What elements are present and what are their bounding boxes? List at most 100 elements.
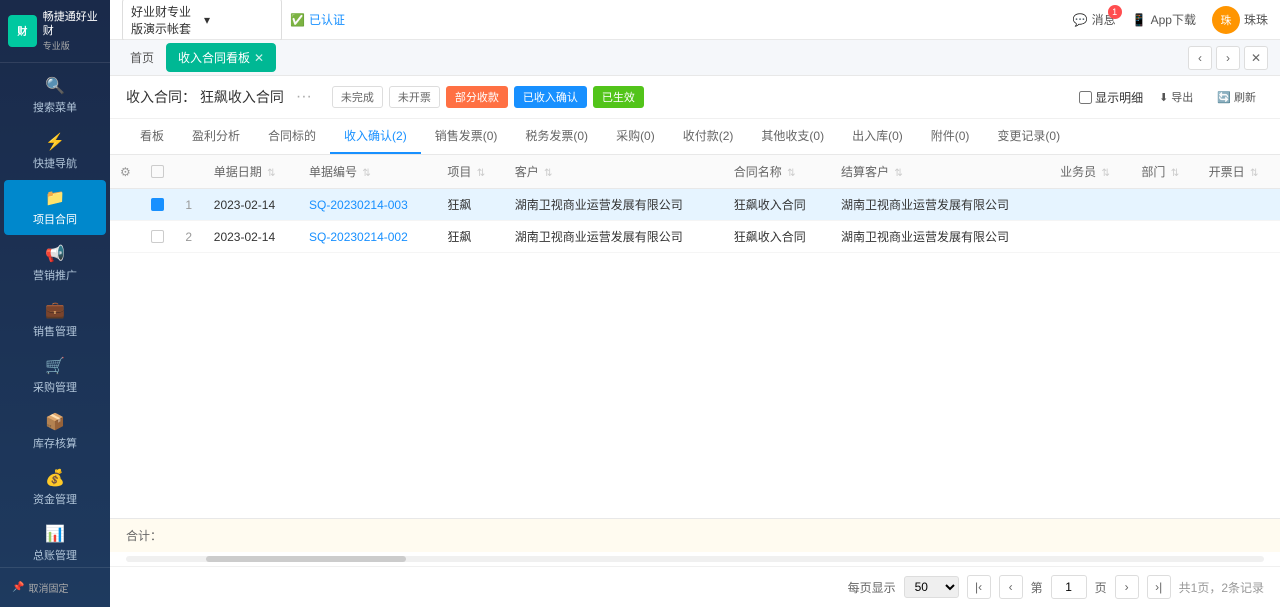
- tab-tax-invoice[interactable]: 税务发票(0): [511, 119, 602, 154]
- status-not-invoiced[interactable]: 未开票: [389, 86, 440, 108]
- select-all-checkbox[interactable]: [151, 165, 164, 178]
- page-text2: 页: [1095, 579, 1107, 596]
- sidebar-item-quick-nav[interactable]: ⚡ 快捷导航: [4, 124, 106, 179]
- number-col-header[interactable]: 单据编号 ⇅: [299, 155, 437, 189]
- sidebar-nav: 🔍 搜索菜单 ⚡ 快捷导航 📁 项目合同 📢 营销推广 💼 销售管理 🛒 采购管…: [0, 63, 110, 567]
- row2-date: 2023-02-14: [204, 221, 299, 253]
- sidebar-item-search[interactable]: 🔍 搜索菜单: [4, 68, 106, 123]
- invoice-date-col-header[interactable]: 开票日 ⇅: [1199, 155, 1280, 189]
- scroll-thumb[interactable]: [206, 556, 406, 562]
- row2-checkbox[interactable]: [151, 230, 164, 243]
- show-detail-input[interactable]: [1079, 91, 1092, 104]
- row2-dept: [1131, 221, 1198, 253]
- sidebar-item-label-purchase: 采购管理: [33, 379, 77, 395]
- export-label: 导出: [1171, 89, 1193, 105]
- sidebar-item-marketing[interactable]: 📢 营销推广: [4, 236, 106, 291]
- row2-num: 2: [174, 221, 204, 253]
- tab-next-button[interactable]: ›: [1216, 46, 1240, 70]
- sidebar-item-fund[interactable]: 💰 资金管理: [4, 460, 106, 515]
- invoice-date-sort-icon: ⇅: [1250, 168, 1258, 179]
- tab-sales-invoice[interactable]: 销售发票(0): [421, 119, 512, 154]
- company-selector[interactable]: 好业财专业版演示帐套 ▾: [122, 0, 282, 42]
- sidebar-item-inventory[interactable]: 📦 库存核算: [4, 404, 106, 459]
- tab-revenue-confirm[interactable]: 收入确认(2): [330, 119, 421, 154]
- tab-change-log[interactable]: 变更记录(0): [983, 119, 1074, 154]
- tab-purchase[interactable]: 采购(0): [602, 119, 669, 154]
- pin-toggle[interactable]: 📌 取消固定: [8, 576, 102, 599]
- sidebar-bottom: 📌 取消固定: [0, 567, 110, 607]
- tab-attachment[interactable]: 附件(0): [917, 119, 984, 154]
- row2-number-link[interactable]: SQ-20230214-002: [309, 230, 408, 244]
- sidebar-item-project[interactable]: 📁 项目合同: [4, 180, 106, 235]
- dept-col-header[interactable]: 部门 ⇅: [1131, 155, 1198, 189]
- sidebar-item-label-project: 项目合同: [33, 211, 77, 227]
- topbar-right: 💬 消息 1 📱 App下载 珠 珠珠: [1073, 6, 1268, 34]
- page-input[interactable]: [1051, 575, 1087, 599]
- first-page-button[interactable]: |‹: [967, 575, 991, 599]
- last-page-button[interactable]: ›|: [1147, 575, 1171, 599]
- show-detail-checkbox[interactable]: 显示明细: [1079, 89, 1143, 106]
- contract-tab[interactable]: 收入合同看板 ✕: [166, 43, 276, 72]
- row2-number[interactable]: SQ-20230214-002: [299, 221, 437, 253]
- app-download-label: App下载: [1151, 11, 1196, 28]
- avatar: 珠: [1212, 6, 1240, 34]
- contract-name-col-header[interactable]: 合同名称 ⇅: [724, 155, 831, 189]
- row1-checkbox[interactable]: [151, 198, 164, 211]
- next-page-button[interactable]: ›: [1115, 575, 1139, 599]
- row1-customer: 湖南卫视商业运营发展有限公司: [505, 189, 724, 221]
- project-sort-icon: ⇅: [477, 168, 485, 179]
- customer-col-header[interactable]: 客户 ⇅: [505, 155, 724, 189]
- tab-close-button[interactable]: ✕: [1244, 46, 1268, 70]
- tab-warehouse[interactable]: 出入库(0): [838, 119, 917, 154]
- refresh-label: 刷新: [1234, 89, 1256, 105]
- date-col-header[interactable]: 单据日期 ⇅: [204, 155, 299, 189]
- logo-icon: 财: [8, 15, 37, 47]
- status-partial-received[interactable]: 部分收款: [446, 86, 508, 108]
- prev-page-button[interactable]: ‹: [999, 575, 1023, 599]
- export-button[interactable]: ⬇ 导出: [1151, 86, 1201, 108]
- search-nav-icon: 🔍: [45, 76, 65, 96]
- settings-icon[interactable]: ⚙: [120, 165, 131, 179]
- status-buttons: 未完成 未开票 部分收款 已收入确认 已生效: [332, 86, 644, 108]
- pin-icon: 📌: [12, 582, 24, 593]
- row1-number[interactable]: SQ-20230214-003: [299, 189, 437, 221]
- status-confirmed[interactable]: 已收入确认: [514, 86, 587, 108]
- tab-kanban[interactable]: 看板: [126, 119, 178, 154]
- contract-more-button[interactable]: ···: [296, 88, 312, 106]
- message-action[interactable]: 💬 消息 1: [1073, 11, 1116, 28]
- tab-profit[interactable]: 盈利分析: [178, 119, 254, 154]
- user-profile[interactable]: 珠 珠珠: [1212, 6, 1268, 34]
- data-table: ⚙ 单据日期 ⇅ 单据编号 ⇅: [110, 155, 1280, 253]
- refresh-button[interactable]: 🔄 刷新: [1209, 86, 1264, 108]
- status-not-complete[interactable]: 未完成: [332, 86, 383, 108]
- sidebar-item-general[interactable]: 📊 总账管理: [4, 516, 106, 567]
- salesman-col-header[interactable]: 业务员 ⇅: [1050, 155, 1131, 189]
- status-effective[interactable]: 已生效: [593, 86, 644, 108]
- sidebar-item-sales[interactable]: 💼 销售管理: [4, 292, 106, 347]
- row1-checkbox-cell: [141, 189, 174, 221]
- scroll-track[interactable]: [126, 556, 1264, 562]
- row1-number-link[interactable]: SQ-20230214-003: [309, 198, 408, 212]
- row2-salesman: [1050, 221, 1131, 253]
- end-customer-col-header[interactable]: 结算客户 ⇅: [831, 155, 1050, 189]
- home-tab[interactable]: 首页: [122, 45, 162, 70]
- row1-end-customer: 湖南卫视商业运营发展有限公司: [831, 189, 1050, 221]
- app-download-action[interactable]: 📱 App下载: [1132, 11, 1196, 28]
- per-page-select[interactable]: 50 20 100 200: [904, 576, 959, 598]
- general-icon: 📊: [45, 524, 65, 544]
- table-row[interactable]: 2 2023-02-14 SQ-20230214-002 狂飙 湖南卫视商业运营…: [110, 221, 1280, 253]
- tab-contract-standard[interactable]: 合同标的: [254, 119, 330, 154]
- project-col-header[interactable]: 项目 ⇅: [437, 155, 504, 189]
- tab-other-income[interactable]: 其他收支(0): [747, 119, 838, 154]
- settings-col-header: ⚙: [110, 155, 141, 189]
- table-row[interactable]: 1 2023-02-14 SQ-20230214-003 狂飙 湖南卫视商业运营…: [110, 189, 1280, 221]
- tab-nav: ‹ › ✕: [1188, 46, 1268, 70]
- row2-checkbox-cell: [141, 221, 174, 253]
- certified-text: 已认证: [309, 11, 345, 28]
- row1-num: 1: [174, 189, 204, 221]
- tab-prev-button[interactable]: ‹: [1188, 46, 1212, 70]
- marketing-icon: 📢: [45, 244, 65, 264]
- tab-payment[interactable]: 收付款(2): [669, 119, 748, 154]
- sidebar-item-purchase[interactable]: 🛒 采购管理: [4, 348, 106, 403]
- tab-close-icon[interactable]: ✕: [254, 51, 264, 65]
